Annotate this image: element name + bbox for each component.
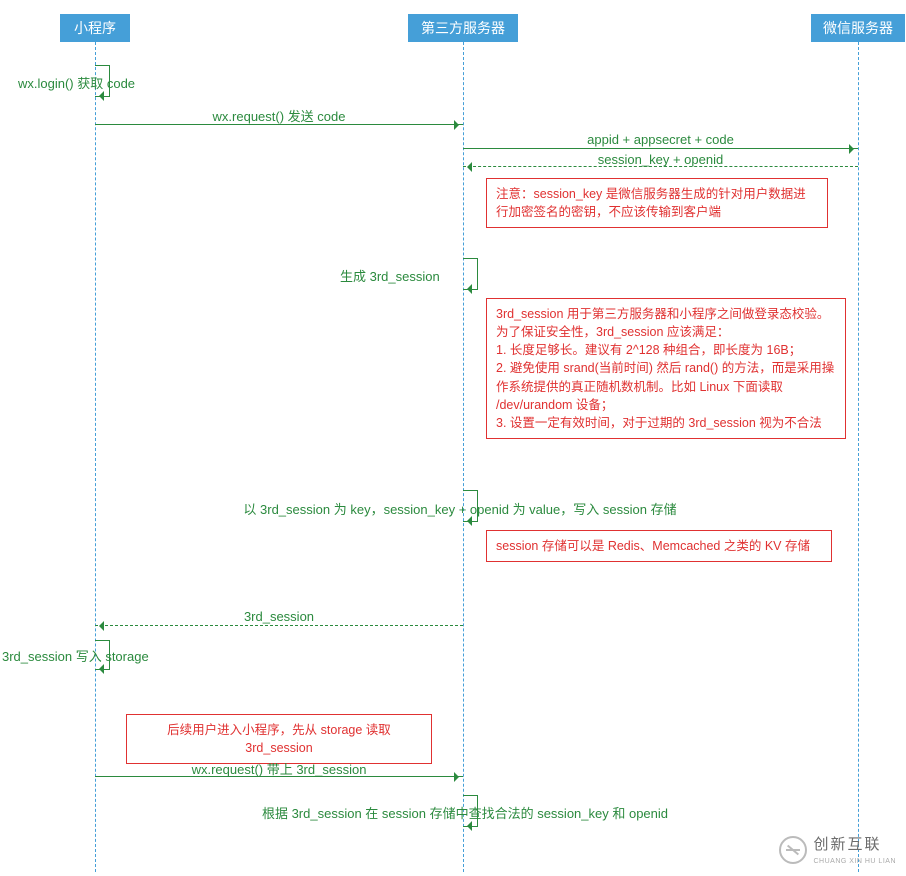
participant-third-party-server: 第三方服务器 <box>408 14 518 42</box>
label-appid-appsecret-code: appid + appsecret + code <box>463 132 858 147</box>
note-session-store-kv: session 存储可以是 Redis、Memcached 之类的 KV 存储 <box>486 530 832 562</box>
sequence-diagram: 小程序 第三方服务器 微信服务器 wx.login() 获取 code wx.r… <box>0 0 906 876</box>
note-read-storage-on-enter: 后续用户进入小程序，先从 storage 读取 3rd_session <box>126 714 432 764</box>
participant-wechat-server: 微信服务器 <box>811 14 905 42</box>
arrow-appid-appsecret-code <box>463 148 858 149</box>
note-3rd-session-requirements: 3rd_session 用于第三方服务器和小程序之间做登录态校验。为了保证安全性… <box>486 298 846 439</box>
participant-miniapp: 小程序 <box>60 14 130 42</box>
note-sessionkey-warning: 注意：session_key 是微信服务器生成的针对用户数据进行加密签名的密钥，… <box>486 178 828 228</box>
arrow-return-3rd-session <box>95 625 463 626</box>
lifeline-miniapp <box>95 42 96 872</box>
label-sessionkey-openid: session_key + openid <box>463 152 858 167</box>
label-generate-3rd-session: 生成 3rd_session <box>340 266 475 285</box>
label-wx-request-with-3rd-session: wx.request() 带上 3rd_session <box>95 759 463 778</box>
label-write-session-storage: 以 3rd_session 为 key，session_key + openid… <box>100 499 820 518</box>
lifeline-wechat-server <box>858 42 859 872</box>
watermark-logo-icon <box>779 836 807 864</box>
watermark-sub: CHUANG XIN HU LIAN <box>813 858 896 865</box>
label-wx-login: wx.login() 获取 code <box>18 73 198 92</box>
label-lookup-session: 根据 3rd_session 在 session 存储中查找合法的 sessio… <box>120 803 810 822</box>
label-return-3rd-session: 3rd_session <box>95 609 463 624</box>
watermark-brand: 创新互联 <box>813 836 881 853</box>
label-write-storage: 3rd_session 写入 storage <box>2 646 202 665</box>
label-wx-request-send-code: wx.request() 发送 code <box>95 106 463 125</box>
watermark: 创新互联 CHUANG XIN HU LIAN <box>779 833 896 866</box>
